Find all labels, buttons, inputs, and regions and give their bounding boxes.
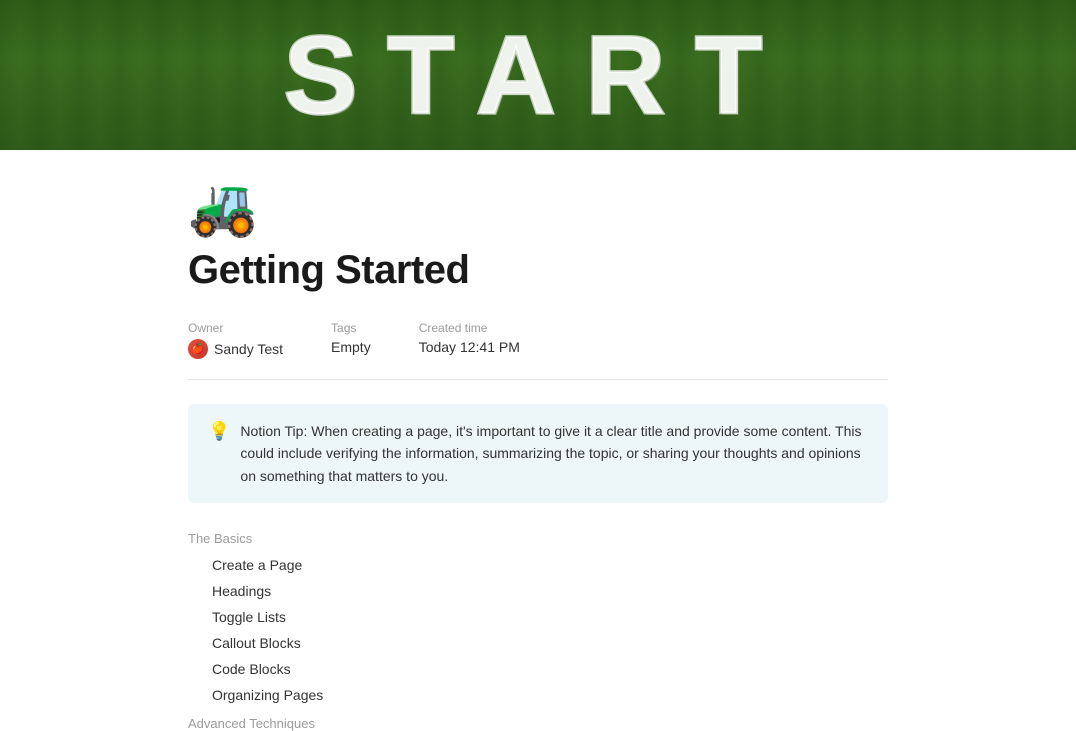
page-emoji: 🚜 — [188, 174, 888, 240]
tags-value: Empty — [331, 339, 371, 355]
owner-label: Owner — [188, 321, 283, 335]
nav-item[interactable]: Toggle Lists — [188, 604, 888, 630]
callout-emoji: 💡 — [208, 421, 230, 442]
basics-header: The Basics — [188, 531, 888, 546]
toc-section: The Basics Create a PageHeadingsToggle L… — [188, 531, 888, 731]
nav-item[interactable]: Headings — [188, 578, 888, 604]
page-content: 🚜 Getting Started Owner 🍎 Sandy Test Tag… — [88, 174, 988, 731]
advanced-header: Advanced Techniques — [188, 716, 888, 731]
owner-name: Sandy Test — [214, 341, 283, 357]
created-label: Created time — [419, 321, 520, 335]
created-field: Created time Today 12:41 PM — [419, 321, 520, 359]
nav-item[interactable]: Code Blocks — [188, 656, 888, 682]
nav-item[interactable]: Callout Blocks — [188, 630, 888, 656]
basics-list: Create a PageHeadingsToggle ListsCallout… — [188, 552, 888, 708]
tags-field: Tags Empty — [331, 321, 371, 359]
nav-item[interactable]: Create a Page — [188, 552, 888, 578]
owner-avatar: 🍎 — [188, 339, 208, 359]
callout-block: 💡 Notion Tip: When creating a page, it's… — [188, 404, 888, 503]
hero-text: START — [284, 12, 792, 139]
callout-text: Notion Tip: When creating a page, it's i… — [240, 420, 868, 487]
metadata-section: Owner 🍎 Sandy Test Tags Empty Created ti… — [188, 321, 888, 380]
page-title: Getting Started — [188, 248, 888, 293]
nav-item[interactable]: Organizing Pages — [188, 682, 888, 708]
owner-field: Owner 🍎 Sandy Test — [188, 321, 283, 359]
owner-value: 🍎 Sandy Test — [188, 339, 283, 359]
created-value: Today 12:41 PM — [419, 339, 520, 355]
hero-banner: START — [0, 0, 1076, 150]
tags-label: Tags — [331, 321, 371, 335]
